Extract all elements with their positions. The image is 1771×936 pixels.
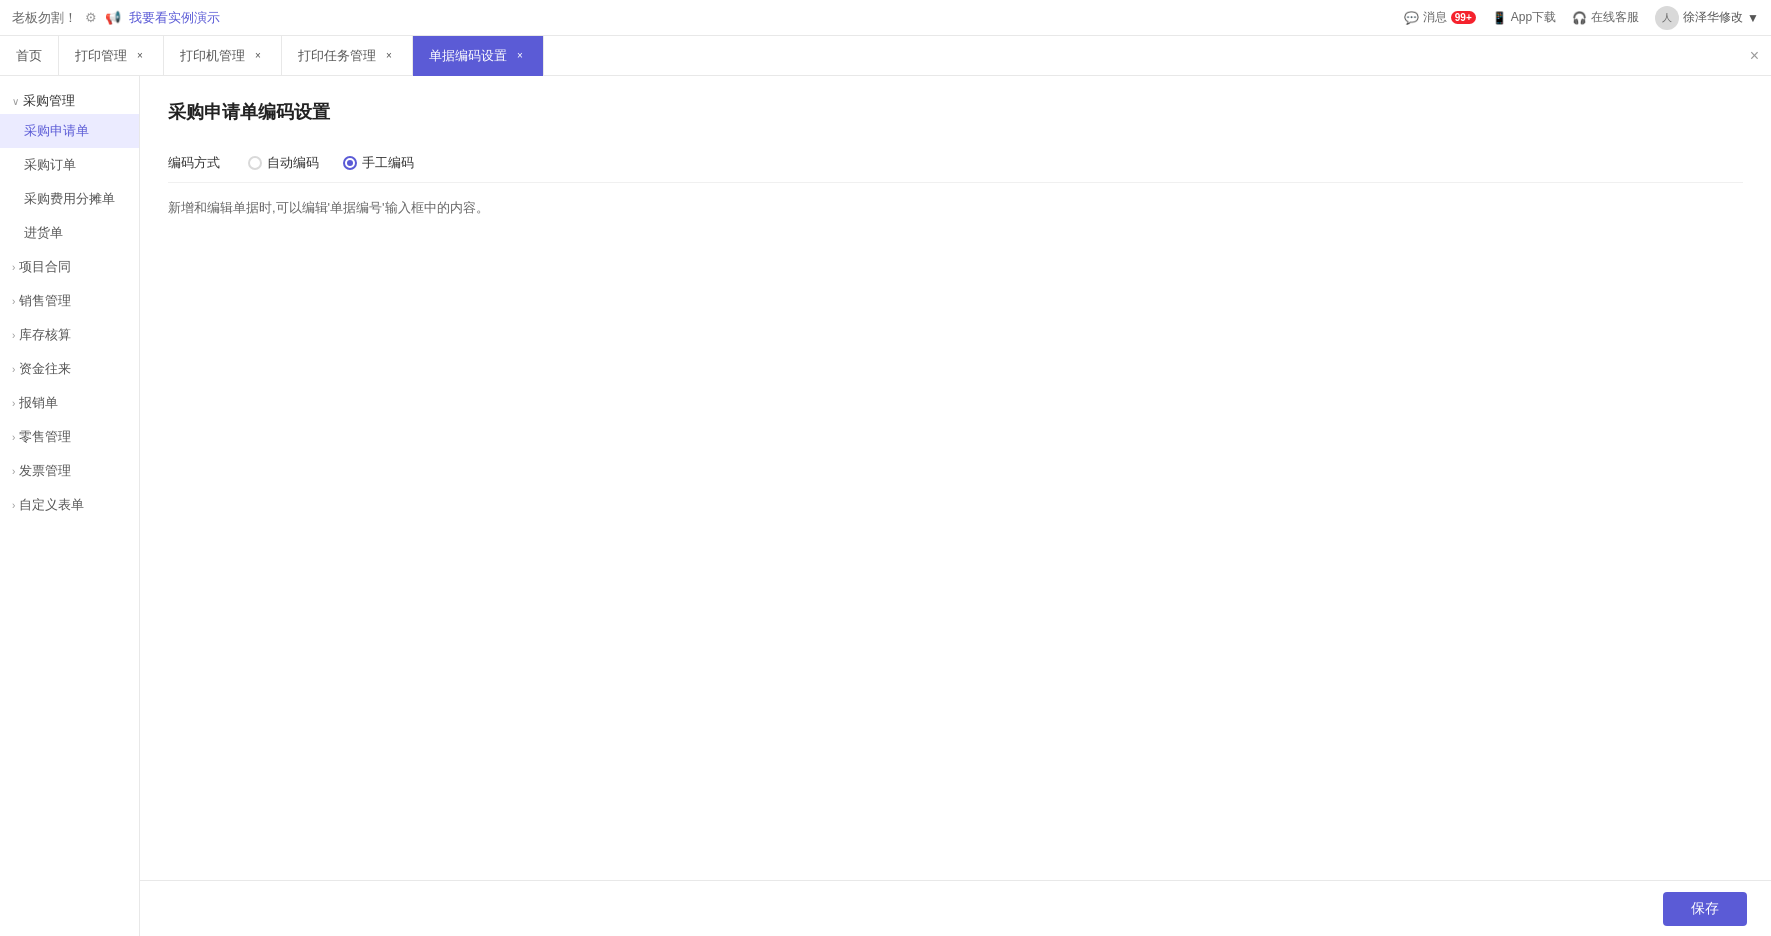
tab-printer-mgmt-label: 打印机管理 — [180, 47, 245, 65]
manual-coding-radio[interactable] — [343, 156, 357, 170]
sidebar-group-purchase-mgmt[interactable]: ∨ 采购管理 — [0, 84, 139, 114]
expense-report-label: 报销单 — [19, 394, 58, 412]
headset-icon: 🎧 — [1572, 11, 1587, 25]
sidebar-group-inventory[interactable]: › 库存核算 — [0, 318, 139, 352]
invoice-mgmt-label: 发票管理 — [19, 462, 71, 480]
project-contract-label: 项目合同 — [19, 258, 71, 276]
online-service-button[interactable]: 🎧 在线客服 — [1572, 9, 1639, 26]
settings-icon[interactable]: ⚙ — [85, 10, 97, 25]
sidebar-item-stock-in[interactable]: 进货单 — [0, 216, 139, 250]
purchase-mgmt-label: 采购管理 — [23, 92, 75, 110]
broadcast-icon: 📢 — [105, 10, 121, 25]
hint-text: 新增和编辑单据时,可以编辑'单据编号'输入框中的内容。 — [168, 199, 1743, 217]
stock-in-label: 进货单 — [24, 225, 63, 240]
capital-arrow: › — [12, 364, 15, 375]
tab-printer-mgmt-close[interactable]: × — [251, 49, 265, 63]
message-icon: 💬 — [1404, 11, 1419, 25]
purchase-mgmt-arrow: ∨ — [12, 96, 19, 107]
tab-home[interactable]: 首页 — [0, 36, 59, 76]
app-download-icon: 📱 — [1492, 11, 1507, 25]
tab-printer-mgmt[interactable]: 打印机管理 × — [164, 36, 282, 76]
page-title: 采购申请单编码设置 — [168, 100, 1743, 124]
tab-print-task-mgmt[interactable]: 打印任务管理 × — [282, 36, 413, 76]
content-area: 采购申请单编码设置 编码方式 自动编码 手工编码 新增和编辑单据时,可以编辑'单… — [140, 76, 1771, 936]
user-name: 徐泽华修改 — [1683, 9, 1743, 26]
tab-print-task-mgmt-close[interactable]: × — [382, 49, 396, 63]
auto-coding-radio[interactable] — [248, 156, 262, 170]
custom-forms-arrow: › — [12, 500, 15, 511]
top-bar: 老板勿割！ ⚙ 📢 我要看实例演示 💬 消息 99+ 📱 App下载 🎧 在线客… — [0, 0, 1771, 36]
purchase-order-label: 采购订单 — [24, 157, 76, 172]
app-download-label: App下载 — [1511, 9, 1556, 26]
sidebar-group-sales-mgmt[interactable]: › 销售管理 — [0, 284, 139, 318]
messages-badge: 99+ — [1451, 11, 1476, 24]
online-service-label: 在线客服 — [1591, 9, 1639, 26]
sidebar-group-retail-mgmt[interactable]: › 零售管理 — [0, 420, 139, 454]
sidebar: ∨ 采购管理 采购申请单 采购订单 采购费用分摊单 进货单 › 项目合同 › 销… — [0, 76, 140, 936]
invoice-mgmt-arrow: › — [12, 466, 15, 477]
tab-print-task-mgmt-label: 打印任务管理 — [298, 47, 376, 65]
coding-method-row: 编码方式 自动编码 手工编码 — [168, 144, 1743, 183]
auto-coding-option[interactable]: 自动编码 — [248, 154, 319, 172]
custom-forms-label: 自定义表单 — [19, 496, 84, 514]
inventory-label: 库存核算 — [19, 326, 71, 344]
sidebar-item-purchase-expense[interactable]: 采购费用分摊单 — [0, 182, 139, 216]
tab-bar-end: × — [1738, 47, 1771, 65]
sales-mgmt-arrow: › — [12, 296, 15, 307]
auto-coding-label: 自动编码 — [267, 154, 319, 172]
user-dropdown-arrow: ▼ — [1747, 11, 1759, 25]
sidebar-group-expense-report[interactable]: › 报销单 — [0, 386, 139, 420]
content-inner: 采购申请单编码设置 编码方式 自动编码 手工编码 新增和编辑单据时,可以编辑'单… — [140, 76, 1771, 880]
manual-coding-option[interactable]: 手工编码 — [343, 154, 414, 172]
user-avatar-area[interactable]: 人 徐泽华修改 ▼ — [1655, 6, 1759, 30]
broadcast-text[interactable]: 我要看实例演示 — [129, 9, 220, 27]
expense-report-arrow: › — [12, 398, 15, 409]
sidebar-group-invoice-mgmt[interactable]: › 发票管理 — [0, 454, 139, 488]
sidebar-item-purchase-order[interactable]: 采购订单 — [0, 148, 139, 182]
app-download-button[interactable]: 📱 App下载 — [1492, 9, 1556, 26]
save-button[interactable]: 保存 — [1663, 892, 1747, 926]
tab-single-code-settings-label: 单据编码设置 — [429, 47, 507, 65]
tab-print-mgmt-label: 打印管理 — [75, 47, 127, 65]
top-bar-right: 💬 消息 99+ 📱 App下载 🎧 在线客服 人 徐泽华修改 ▼ — [1404, 6, 1759, 30]
main-layout: ∨ 采购管理 采购申请单 采购订单 采购费用分摊单 进货单 › 项目合同 › 销… — [0, 76, 1771, 936]
capital-label: 资金往来 — [19, 360, 71, 378]
sidebar-group-capital[interactable]: › 资金往来 — [0, 352, 139, 386]
window-close-button[interactable]: × — [1750, 47, 1759, 65]
retail-mgmt-label: 零售管理 — [19, 428, 71, 446]
avatar: 人 — [1655, 6, 1679, 30]
tab-single-code-settings[interactable]: 单据编码设置 × — [413, 36, 544, 76]
top-bar-left: 老板勿割！ ⚙ 📢 我要看实例演示 — [12, 9, 220, 27]
sales-mgmt-label: 销售管理 — [19, 292, 71, 310]
messages-label: 消息 — [1423, 9, 1447, 26]
tab-bar: 首页 打印管理 × 打印机管理 × 打印任务管理 × 单据编码设置 × × — [0, 36, 1771, 76]
footer-bar: 保存 — [140, 880, 1771, 936]
brand-text: 老板勿割！ — [12, 9, 77, 27]
retail-mgmt-arrow: › — [12, 432, 15, 443]
purchase-expense-label: 采购费用分摊单 — [24, 191, 115, 206]
sidebar-group-custom-forms[interactable]: › 自定义表单 — [0, 488, 139, 522]
purchase-request-label: 采购申请单 — [24, 123, 89, 138]
sidebar-group-project-contract[interactable]: › 项目合同 — [0, 250, 139, 284]
coding-method-label: 编码方式 — [168, 154, 228, 172]
tab-print-mgmt[interactable]: 打印管理 × — [59, 36, 164, 76]
inventory-arrow: › — [12, 330, 15, 341]
sidebar-item-purchase-request[interactable]: 采购申请单 — [0, 114, 139, 148]
project-contract-arrow: › — [12, 262, 15, 273]
tab-home-label: 首页 — [16, 47, 42, 65]
tab-print-mgmt-close[interactable]: × — [133, 49, 147, 63]
manual-coding-label: 手工编码 — [362, 154, 414, 172]
tab-single-code-settings-close[interactable]: × — [513, 49, 527, 63]
messages-button[interactable]: 💬 消息 99+ — [1404, 9, 1476, 26]
